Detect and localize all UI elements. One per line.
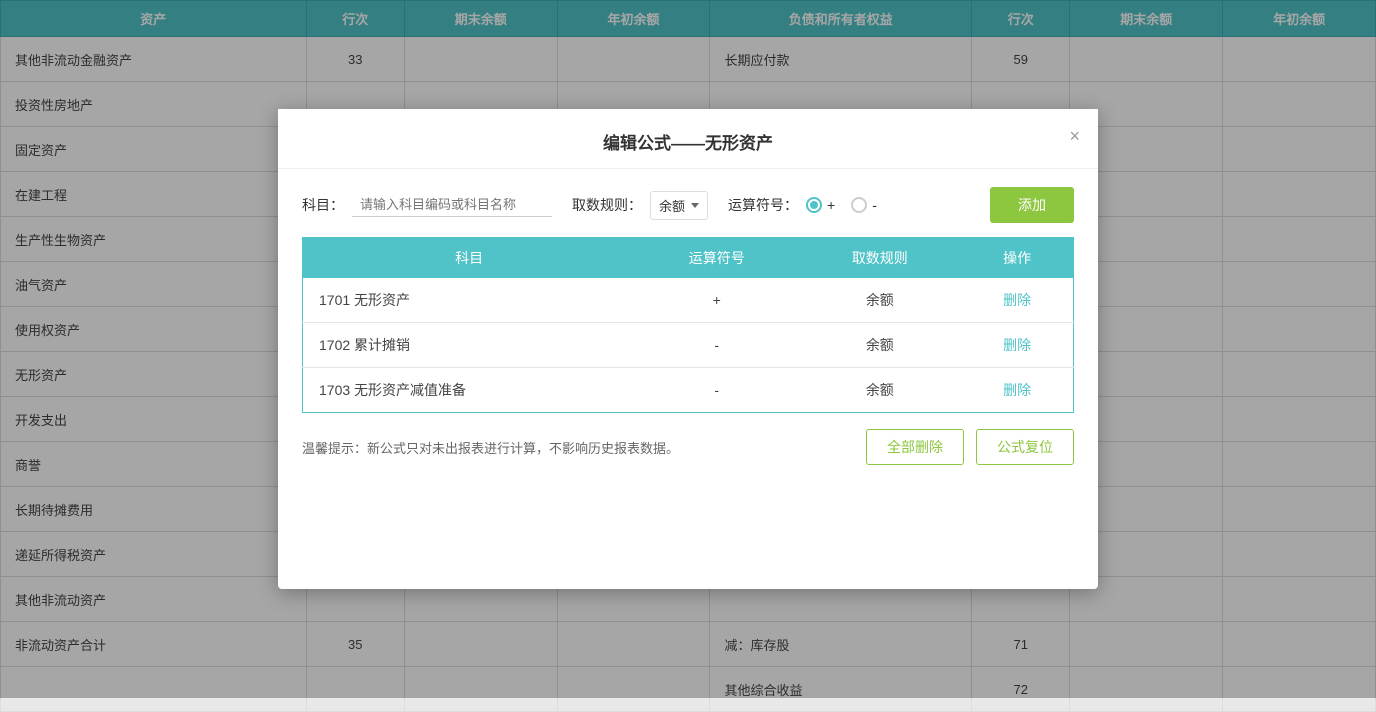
subject-label: 科目： — [302, 195, 344, 215]
delete-row-link[interactable]: 删除 — [1003, 292, 1031, 308]
reset-formula-button[interactable]: 公式复位 — [976, 429, 1074, 465]
chevron-down-icon — [691, 203, 699, 208]
formula-operator: - — [635, 368, 798, 413]
footer-buttons: 全部删除 公式复位 — [866, 429, 1074, 465]
formula-rule: 余额 — [798, 323, 961, 368]
th-action: 操作 — [961, 238, 1073, 279]
radio-minus[interactable]: - — [851, 197, 877, 213]
radio-minus-label: - — [872, 197, 877, 213]
radio-plus[interactable]: + — [806, 197, 835, 213]
modal-title: 编辑公式——无形资产 — [603, 134, 773, 153]
modal-form-row: 科目： 取数规则： 余额 运算符号： + — [278, 169, 1098, 237]
radio-minus-circle — [851, 197, 867, 213]
th-operator: 运算符号 — [635, 238, 798, 279]
inner-table-wrap: 科目 运算符号 取数规则 操作 1701 无形资产 + 余额 删除 1702 累… — [278, 237, 1098, 413]
modal-overlay: 编辑公式——无形资产 × 科目： 取数规则： 余额 运算符号： — [0, 0, 1376, 698]
th-subject: 科目 — [303, 238, 636, 279]
modal-header: 编辑公式——无形资产 × — [278, 109, 1098, 169]
formula-rule: 余额 — [798, 278, 961, 323]
formula-table-row: 1703 无形资产减值准备 - 余额 删除 — [303, 368, 1074, 413]
delete-row-link[interactable]: 删除 — [1003, 337, 1031, 353]
formula-table-row: 1701 无形资产 + 余额 删除 — [303, 278, 1074, 323]
formula-rule: 余额 — [798, 368, 961, 413]
operator-label: 运算符号： — [728, 195, 798, 215]
modal-dialog: 编辑公式——无形资产 × 科目： 取数规则： 余额 运算符号： — [278, 109, 1098, 589]
formula-subject: 1701 无形资产 — [303, 278, 636, 323]
footer-tip: 温馨提示：新公式只对未出报表进行计算，不影响历史报表数据。 — [302, 438, 679, 457]
delete-row-link[interactable]: 删除 — [1003, 382, 1031, 398]
subject-input[interactable] — [352, 193, 552, 217]
formula-table-row: 1702 累计摊销 - 余额 删除 — [303, 323, 1074, 368]
formula-operator: - — [635, 323, 798, 368]
formula-operator: + — [635, 278, 798, 323]
radio-plus-label: + — [827, 197, 835, 213]
delete-all-button[interactable]: 全部删除 — [866, 429, 964, 465]
rule-select[interactable]: 余额 — [650, 191, 708, 220]
modal-footer: 温馨提示：新公式只对未出报表进行计算，不影响历史报表数据。 全部删除 公式复位 — [278, 413, 1098, 475]
rule-select-value: 余额 — [659, 196, 685, 215]
th-rule: 取数规则 — [798, 238, 961, 279]
formula-action[interactable]: 删除 — [961, 323, 1073, 368]
formula-action[interactable]: 删除 — [961, 368, 1073, 413]
formula-table: 科目 运算符号 取数规则 操作 1701 无形资产 + 余额 删除 1702 累… — [302, 237, 1074, 413]
operator-group: 运算符号： + - — [728, 195, 877, 215]
rule-label: 取数规则： — [572, 195, 642, 215]
add-button[interactable]: 添加 — [990, 187, 1074, 223]
radio-plus-circle — [806, 197, 822, 213]
operator-radio-group: + - — [806, 197, 877, 213]
rule-group: 取数规则： 余额 — [572, 191, 708, 220]
modal-close-button[interactable]: × — [1069, 127, 1080, 145]
formula-subject: 1703 无形资产减值准备 — [303, 368, 636, 413]
formula-subject: 1702 累计摊销 — [303, 323, 636, 368]
subject-group: 科目： — [302, 193, 552, 217]
formula-action[interactable]: 删除 — [961, 278, 1073, 323]
